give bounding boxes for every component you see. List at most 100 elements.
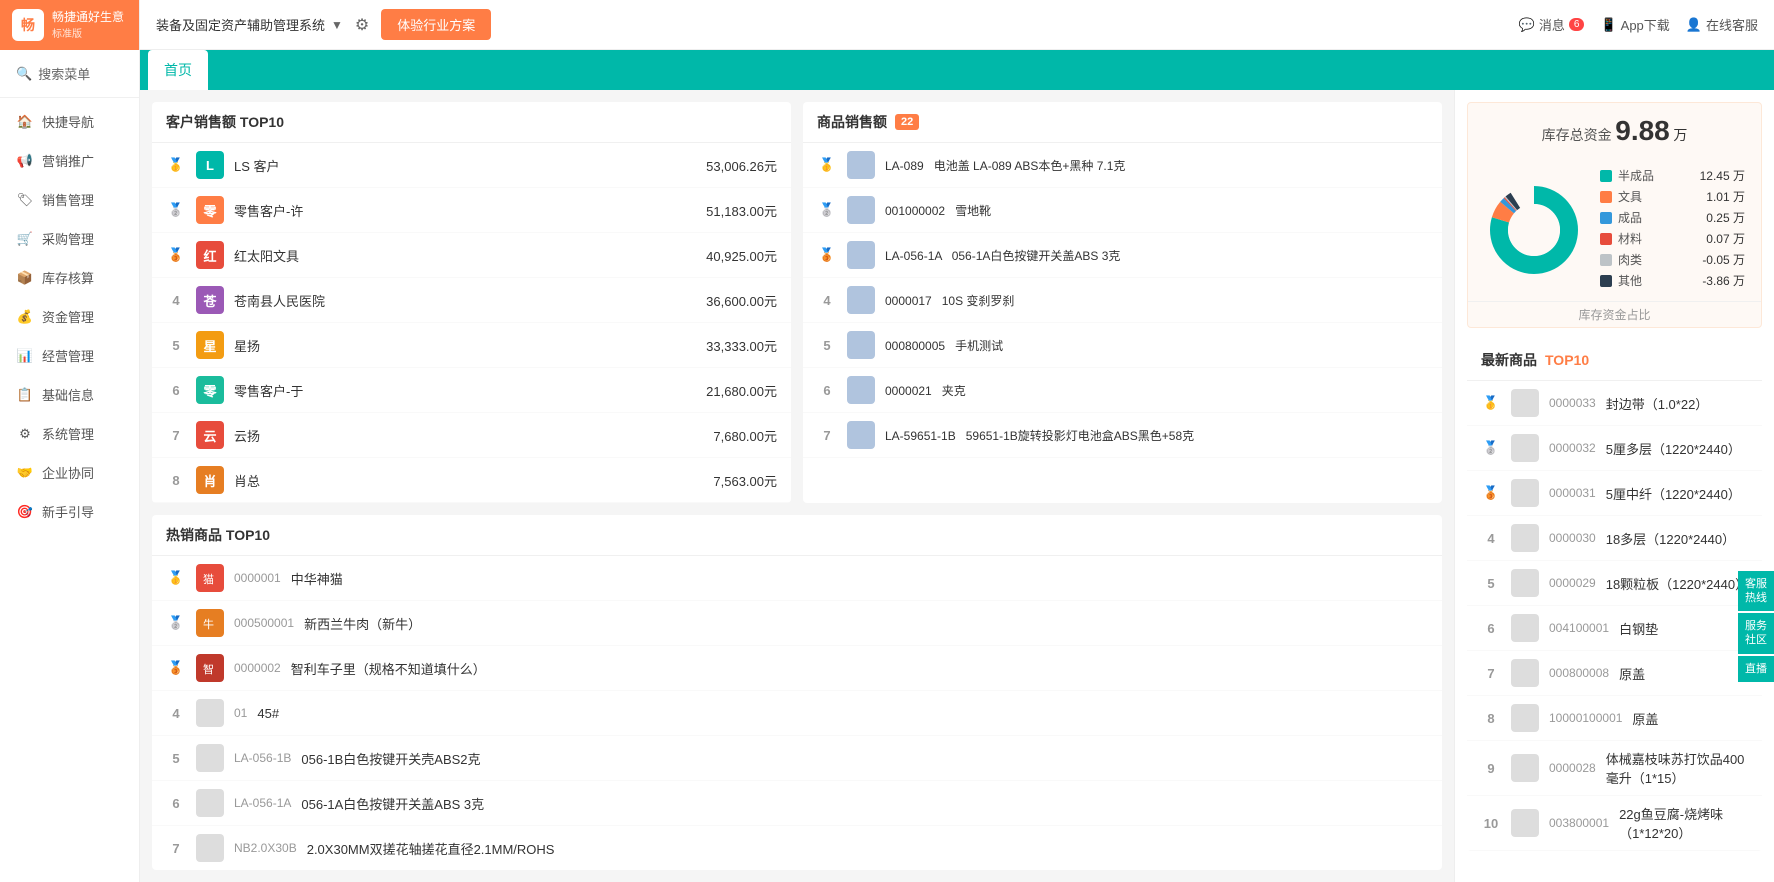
sidebar-item-inventory[interactable]: 📦 库存核算: [0, 258, 139, 297]
search-menu-label: 搜索菜单: [38, 64, 90, 83]
top-row: 客户销售额 TOP10 🥇 L LS 客户 53,006.26元 🥈: [152, 102, 1442, 503]
medal-icon: 🥉: [817, 247, 837, 263]
service-community-button[interactable]: 服务社区: [1738, 613, 1774, 654]
newest-products-list: 🥇 0000033 封边带（1.0*22） 🥈 0000032 5厘多层（122…: [1467, 381, 1762, 851]
customer-name: 云扬: [234, 426, 703, 445]
customer-service-button[interactable]: 客服热线: [1738, 571, 1774, 612]
rank-number: 6: [166, 383, 186, 398]
menu-label: 资金管理: [42, 307, 94, 326]
livestream-button[interactable]: 直播: [1738, 656, 1774, 682]
sidebar-item-guide[interactable]: 🎯 新手引导: [0, 492, 139, 531]
trial-button[interactable]: 体验行业方案: [381, 9, 491, 40]
product-name: 18多层（1220*2440）: [1606, 529, 1748, 548]
home-icon: 🏠: [16, 113, 34, 131]
sidebar-item-finance[interactable]: 💰 资金管理: [0, 297, 139, 336]
sidebar-item-cooperation[interactable]: 🤝 企业协同: [0, 453, 139, 492]
chevron-down-icon: ▼: [331, 18, 343, 32]
list-item: 5 0000029 18颗粒板（1220*2440）: [1467, 561, 1762, 606]
app-download-button[interactable]: 📱 App下载: [1600, 15, 1669, 34]
legend-item-roulei: 肉类 -0.05 万: [1600, 251, 1745, 268]
search-menu-button[interactable]: 🔍 搜索菜单: [8, 58, 131, 89]
sidebar-item-operation[interactable]: 📊 经营管理: [0, 336, 139, 375]
sidebar-item-marketing[interactable]: 📢 营销推广: [0, 141, 139, 180]
service-icon: 👤: [1686, 17, 1702, 33]
product-code: 01: [234, 706, 247, 720]
inventory-icon: 📦: [16, 269, 34, 287]
tab-home[interactable]: 首页: [148, 50, 208, 90]
product-code: 0000030: [1549, 531, 1596, 545]
customer-value: 7,680.00元: [713, 426, 777, 445]
product-image: [847, 196, 875, 224]
sidebar-item-basic[interactable]: 📋 基础信息: [0, 375, 139, 414]
inventory-total-label: 库存总资金: [1542, 127, 1612, 143]
message-badge: 6: [1569, 18, 1585, 31]
product-image: [847, 286, 875, 314]
table-row: 🥉 LA-056-1A 056-1A白色按键开关盖ABS 3克: [803, 233, 1442, 278]
legend-name: 肉类: [1618, 251, 1696, 268]
operation-icon: 📊: [16, 347, 34, 365]
table-row: 4 苍 苍南县人民医院 36,600.00元: [152, 278, 791, 323]
inventory-donut-chart: [1484, 180, 1584, 280]
top10-label: TOP10: [1545, 352, 1589, 368]
svg-text:牛: 牛: [203, 617, 214, 631]
sidebar-item-purchase[interactable]: 🛒 采购管理: [0, 219, 139, 258]
hot-products-header: 热销商品 TOP10: [152, 515, 1442, 556]
product-name: 45#: [257, 706, 1428, 721]
top10-badge: 22: [895, 114, 919, 130]
list-item: 🥈 牛 000500001 新西兰牛肉（新牛）: [152, 601, 1442, 646]
legend-value: -3.86 万: [1702, 272, 1745, 289]
product-name: LA-59651-1B 59651-1B旋转投影灯电池盒ABS黑色+58克: [885, 427, 1428, 444]
product-name: 0000021 夹克: [885, 382, 1428, 399]
newest-products-title: 最新商品: [1481, 350, 1537, 370]
rank-number: 7: [166, 841, 186, 856]
online-service-button[interactable]: 👤 在线客服: [1686, 15, 1758, 34]
header-right: 💬 消息 6 📱 App下载 👤 在线客服: [1519, 15, 1758, 34]
medal-icon: 🥈: [166, 202, 186, 218]
legend-item-banchengpin: 半成品 12.45 万: [1600, 167, 1745, 184]
legend-name: 成品: [1618, 209, 1700, 226]
newest-products-panel: 最新商品 TOP10 🥇 0000033 封边带（1.0*22） 🥈 00000…: [1467, 340, 1762, 851]
sidebar: 畅 畅捷通好生意 标准版 🔍 搜索菜单 🏠 快捷导航 📢 营销推广 🏷 销售管理…: [0, 0, 140, 882]
logo-text: 畅捷通好生意: [52, 10, 124, 26]
table-row: 5 星 星扬 33,333.00元: [152, 323, 791, 368]
sidebar-item-quick-nav[interactable]: 🏠 快捷导航: [0, 102, 139, 141]
rank-number: 4: [817, 293, 837, 308]
system-selector[interactable]: 装备及固定资产辅助管理系统 ▼: [156, 15, 343, 34]
legend-value: 1.01 万: [1706, 188, 1745, 205]
inventory-total: 库存总资金 9.88 万: [1468, 103, 1761, 159]
avatar: 零: [196, 376, 224, 404]
product-code: 003800001: [1549, 816, 1609, 830]
list-item: 4 0000030 18多层（1220*2440）: [1467, 516, 1762, 561]
settings-icon[interactable]: ⚙: [355, 15, 369, 35]
customer-value: 40,925.00元: [706, 246, 777, 265]
list-item: 🥉 智 0000002 智利车子里（规格不知道填什么）: [152, 646, 1442, 691]
legend-color-icon: [1600, 275, 1612, 287]
customer-value: 51,183.00元: [706, 201, 777, 220]
sales-icon: 🏷: [16, 191, 34, 209]
system-name: 装备及固定资产辅助管理系统: [156, 15, 325, 34]
sidebar-menu: 🏠 快捷导航 📢 营销推广 🏷 销售管理 🛒 采购管理 📦 库存核算 💰 资金管…: [0, 98, 139, 882]
menu-label: 销售管理: [42, 190, 94, 209]
menu-label: 新手引导: [42, 502, 94, 521]
customer-value: 33,333.00元: [706, 336, 777, 355]
table-row: 8 肖 肖总 7,563.00元: [152, 458, 791, 503]
customer-rank-list: 🥇 L LS 客户 53,006.26元 🥈 零 零售客户-许 51,183.0…: [152, 143, 791, 503]
inventory-panel: 库存总资金 9.88 万: [1467, 102, 1762, 328]
product-name: 18颗粒板（1220*2440）: [1606, 574, 1748, 593]
message-button[interactable]: 💬 消息 6: [1519, 15, 1585, 34]
menu-label: 基础信息: [42, 385, 94, 404]
product-name: 原盖: [1619, 664, 1748, 683]
system-icon: ⚙: [16, 425, 34, 443]
inventory-total-value: 9.88: [1615, 115, 1670, 146]
legend-name: 文具: [1618, 188, 1700, 205]
rank-number: 7: [817, 428, 837, 443]
sidebar-item-system[interactable]: ⚙ 系统管理: [0, 414, 139, 453]
sidebar-item-sales[interactable]: 🏷 销售管理: [0, 180, 139, 219]
product-code: 004100001: [1549, 621, 1609, 635]
product-name: 体械嘉枝味苏打饮品400毫升（1*15）: [1606, 749, 1748, 787]
product-code: NB2.0X30B: [234, 841, 297, 855]
rank-number: 8: [166, 473, 186, 488]
product-name: 白钢垫: [1619, 619, 1748, 638]
customer-name: 肖总: [234, 471, 703, 490]
product-name: 5厘多层（1220*2440）: [1606, 439, 1748, 458]
